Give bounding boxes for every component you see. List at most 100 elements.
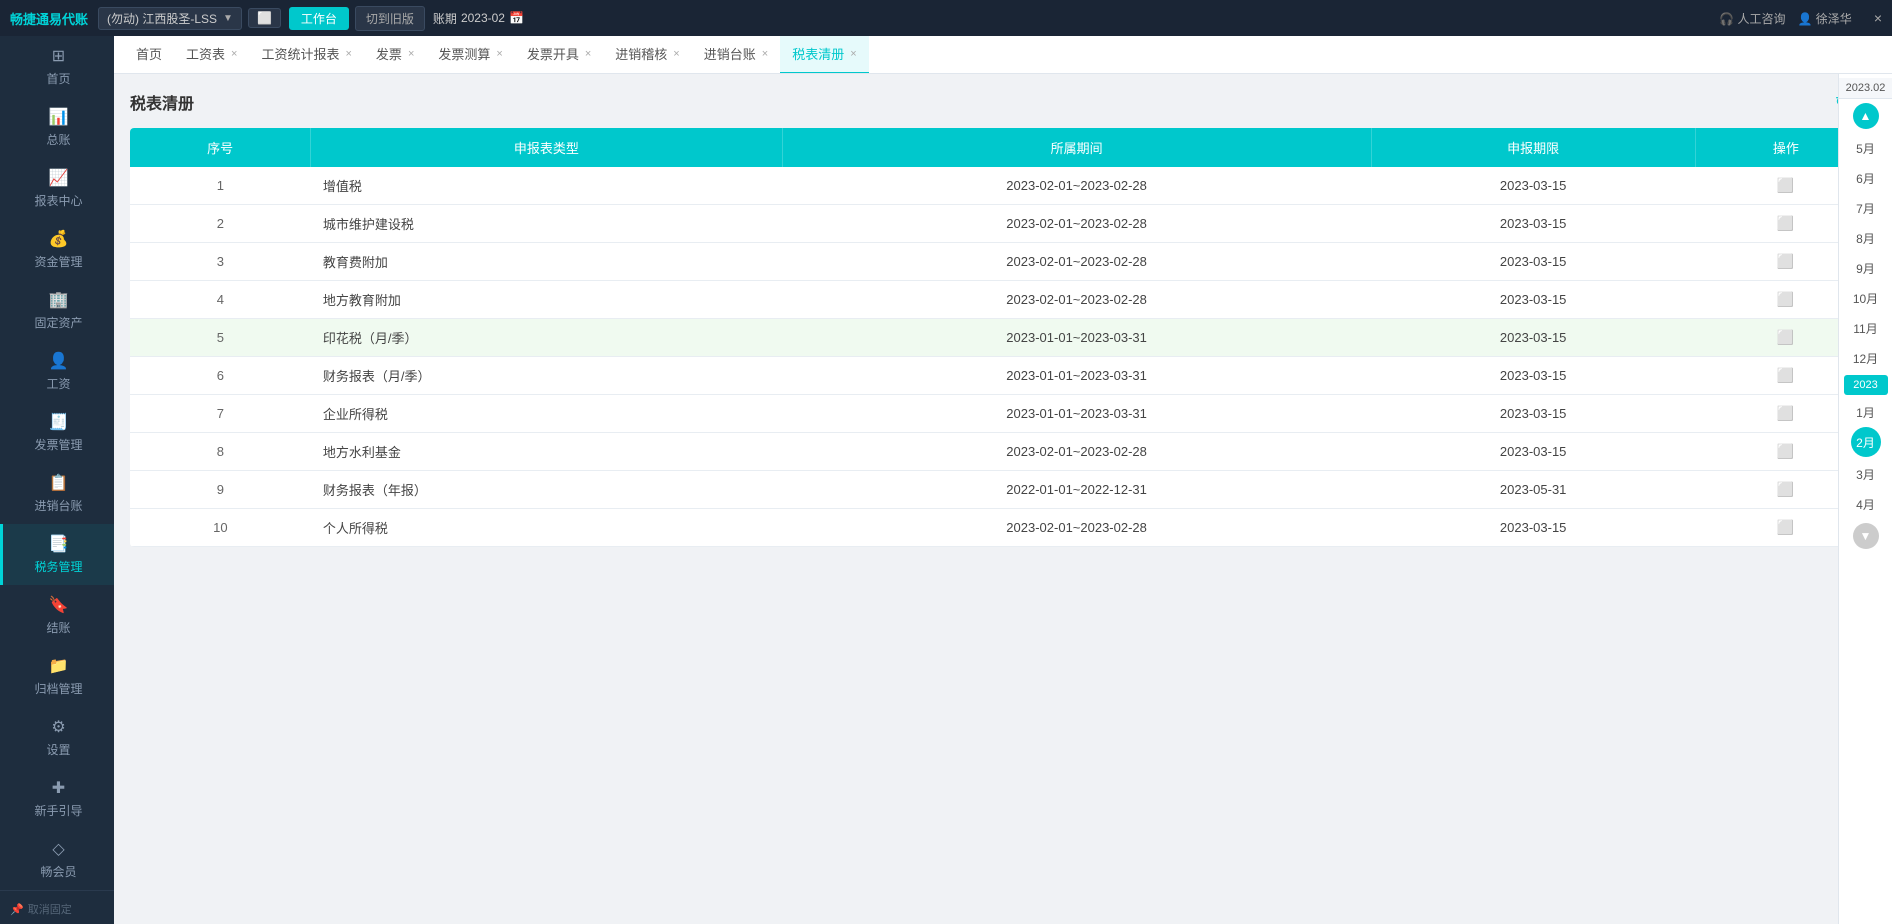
date-month-item[interactable]: 12月: [1844, 344, 1888, 372]
guide-icon: ✚: [52, 778, 65, 798]
workbench-button[interactable]: 工作台: [289, 7, 349, 30]
tab-label: 进销稽核: [615, 44, 667, 63]
sidebar-item-payroll[interactable]: 👤工资: [0, 341, 114, 402]
sidebar-label: 发票管理: [34, 436, 82, 453]
sidebar-item-asset[interactable]: 🏢固定资产: [0, 280, 114, 341]
tab-close-icon[interactable]: ×: [673, 48, 679, 60]
user-profile-button[interactable]: 👤 徐泽华: [1798, 10, 1852, 27]
window-close-button[interactable]: ×: [1874, 10, 1882, 26]
cell-no: 8: [130, 433, 311, 471]
calendar-icon[interactable]: 📅: [509, 11, 524, 25]
sidebar-item-member[interactable]: ◇畅会员: [0, 829, 114, 890]
user-service-button[interactable]: 🎧 人工咨询: [1719, 10, 1785, 27]
sidebar-item-purchase[interactable]: 📋进销台账: [0, 463, 114, 524]
sidebar-item-invoice-mgmt[interactable]: 🧾 发票管理: [0, 402, 114, 463]
col-header: 所属期间: [782, 128, 1371, 167]
page-title: 税表清册: [130, 90, 194, 114]
top-bar: 畅捷通易代账 (勿动) 江西股圣-LSS ▼ ⬜ 工作台 切到旧版 账期 202…: [0, 0, 1892, 36]
sidebar-label: 首页: [46, 70, 70, 87]
action-icon[interactable]: ⬜: [1777, 253, 1794, 269]
date-panel-header: 2023.02: [1839, 78, 1892, 99]
tab-close-icon[interactable]: ×: [850, 48, 856, 60]
action-icon[interactable]: ⬜: [1777, 405, 1794, 421]
cell-period: 2023-02-01~2023-02-28: [782, 243, 1371, 281]
tab-payroll-report[interactable]: 工资统计报表×: [249, 36, 363, 74]
tab-close-icon[interactable]: ×: [408, 48, 414, 60]
oldversion-button[interactable]: 切到旧版: [355, 6, 425, 31]
action-icon[interactable]: ⬜: [1777, 329, 1794, 345]
company-selector[interactable]: (勿动) 江西股圣-LSS ▼: [98, 7, 242, 30]
chevron-down-icon: ▼: [223, 13, 233, 24]
action-icon[interactable]: ⬜: [1777, 367, 1794, 383]
invoice-mgmt-icon: 🧾: [49, 412, 69, 432]
action-icon[interactable]: ⬜: [1777, 291, 1794, 307]
sidebar-label: 税务管理: [34, 558, 82, 575]
cell-no: 1: [130, 167, 311, 205]
tab-payroll[interactable]: 工资表×: [174, 36, 249, 74]
tab-tax-register[interactable]: 税表清册×: [780, 36, 868, 74]
settlement-icon: 🔖: [49, 595, 69, 615]
cell-type: 教育费附加: [311, 243, 782, 281]
sidebar-item-guide[interactable]: ✚新手引导: [0, 768, 114, 829]
tab-purchase-review[interactable]: 进销稽核 ×: [603, 36, 691, 74]
sidebar-item-home[interactable]: ⊞首页: [0, 36, 114, 97]
date-month-item[interactable]: 5月: [1844, 134, 1888, 162]
cell-type: 财务报表（月/季）: [311, 357, 782, 395]
table-row: 3 教育费附加 2023-02-01~2023-02-28 2023-03-15…: [130, 243, 1876, 281]
cell-deadline: 2023-03-15: [1371, 281, 1695, 319]
tab-invoice-calc[interactable]: 发票测算×: [426, 36, 514, 74]
cell-period: 2023-01-01~2023-03-31: [782, 395, 1371, 433]
date-nav-down-button[interactable]: ▼: [1853, 523, 1879, 549]
sidebar-label: 资金管理: [34, 253, 82, 270]
tab-close-icon[interactable]: ×: [345, 48, 351, 60]
date-month-item[interactable]: 4月: [1844, 490, 1888, 518]
sidebar-item-settings[interactable]: ⚙设置: [0, 707, 114, 768]
tab-invoice[interactable]: 发票×: [364, 36, 426, 74]
date-month-item[interactable]: 1月: [1844, 398, 1888, 426]
sidebar-item-ledger[interactable]: 📊总账: [0, 97, 114, 158]
sidebar-item-settlement[interactable]: 🔖结账: [0, 585, 114, 646]
sidebar-item-fund[interactable]: 💰资金管理: [0, 219, 114, 280]
date-month-item[interactable]: 7月: [1844, 194, 1888, 222]
sidebar-cancel-fixed[interactable]: 📌取消固定: [0, 890, 114, 924]
app-logo: 畅捷通易代账: [10, 9, 88, 28]
tab-invoice-open[interactable]: 发票开具 ×: [515, 36, 603, 74]
table-row: 8 地方水利基金 2023-02-01~2023-02-28 2023-03-1…: [130, 433, 1876, 471]
table-row: 1 增值税 2023-02-01~2023-02-28 2023-03-15 ⬜: [130, 167, 1876, 205]
tab-purchase-ledger[interactable]: 进销台账×: [692, 36, 780, 74]
tab-close-icon[interactable]: ×: [231, 48, 237, 60]
tab-close-icon[interactable]: ×: [496, 48, 502, 60]
cell-period: 2023-01-01~2023-03-31: [782, 357, 1371, 395]
action-icon[interactable]: ⬜: [1777, 215, 1794, 231]
copy-button[interactable]: ⬜: [248, 8, 281, 28]
date-month-item[interactable]: 3月: [1844, 460, 1888, 488]
cell-deadline: 2023-03-15: [1371, 243, 1695, 281]
tab-label: 发票开具: [527, 44, 579, 63]
sidebar-label: 总账: [46, 131, 70, 148]
sidebar-item-archive[interactable]: 📁归档管理: [0, 646, 114, 707]
date-month-item[interactable]: 2月: [1851, 427, 1881, 457]
tab-close-icon[interactable]: ×: [585, 48, 591, 60]
sidebar-label: 畅会员: [40, 863, 76, 880]
tab-close-icon[interactable]: ×: [762, 48, 768, 60]
sidebar-label: 设置: [46, 741, 70, 758]
date-month-item[interactable]: 9月: [1844, 254, 1888, 282]
date-month-item[interactable]: 6月: [1844, 164, 1888, 192]
cell-period: 2023-01-01~2023-03-31: [782, 319, 1371, 357]
sidebar-item-report[interactable]: 📈报表中心: [0, 158, 114, 219]
action-icon[interactable]: ⬜: [1777, 443, 1794, 459]
sidebar-item-tax[interactable]: 📑税务管理: [0, 524, 114, 585]
date-month-item[interactable]: 10月: [1844, 284, 1888, 312]
action-icon[interactable]: ⬜: [1777, 519, 1794, 535]
action-icon[interactable]: ⬜: [1777, 481, 1794, 497]
date-month-item[interactable]: 11月: [1844, 314, 1888, 342]
tab-home[interactable]: 首页: [124, 36, 174, 74]
main-layout: ⊞首页📊总账📈报表中心💰资金管理🏢固定资产👤工资🧾发票管理📋进销台账📑税务管理🔖…: [0, 36, 1892, 924]
date-month-item[interactable]: 8月: [1844, 224, 1888, 252]
col-header: 序号: [130, 128, 311, 167]
table-row: 7 企业所得税 2023-01-01~2023-03-31 2023-03-15…: [130, 395, 1876, 433]
action-icon[interactable]: ⬜: [1777, 177, 1794, 193]
date-nav-up-button[interactable]: ▲: [1853, 103, 1879, 129]
sidebar-label: 报表中心: [34, 192, 82, 209]
cell-no: 4: [130, 281, 311, 319]
